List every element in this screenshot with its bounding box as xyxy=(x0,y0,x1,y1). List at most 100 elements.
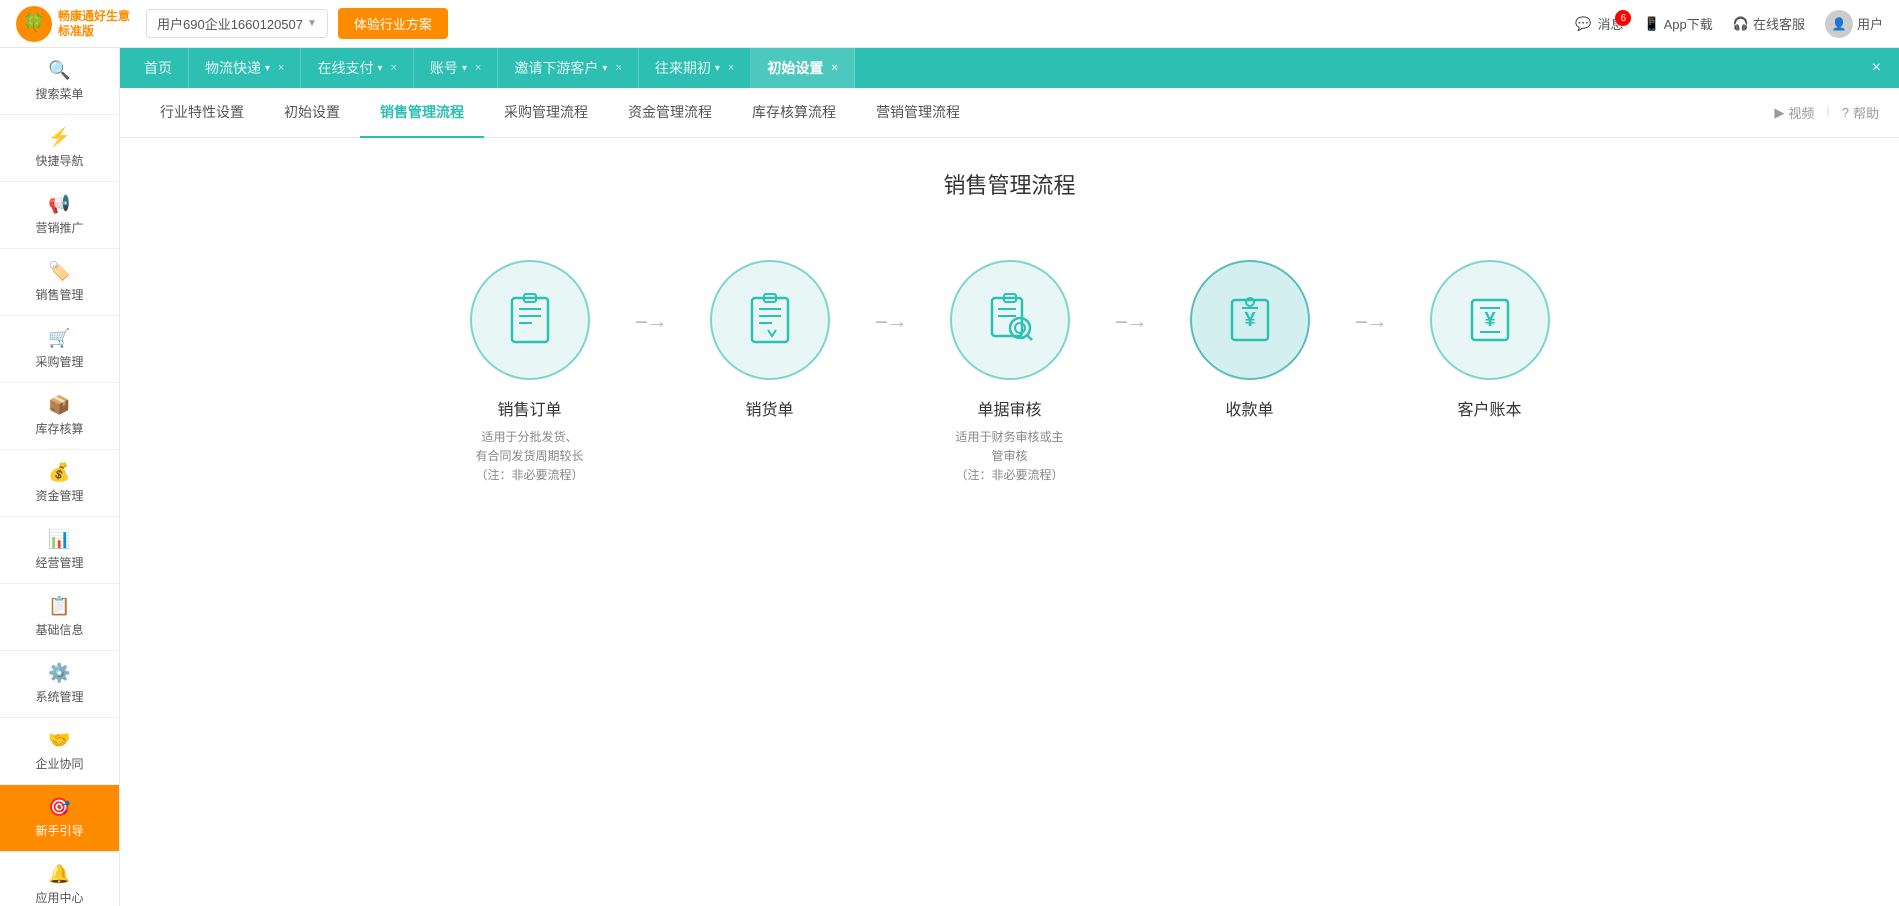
sidebar-item-sales[interactable]: 🏷️ 销售管理 xyxy=(0,249,119,316)
marketing-icon: 📢 xyxy=(48,194,70,215)
logo-icon: 🍀 xyxy=(16,6,52,42)
close-icon[interactable]: × xyxy=(391,62,397,74)
user-avatar-item[interactable]: 👤 用户 xyxy=(1825,10,1883,38)
flow-step-delivery-order: 销货单 xyxy=(680,260,860,428)
tab-logistics[interactable]: 物流快递 ▾ × xyxy=(189,48,301,88)
subtab-industry-settings[interactable]: 行业特性设置 xyxy=(140,88,264,138)
tab-account[interactable]: 账号 ▾ × xyxy=(414,48,498,88)
flow-arrow-1: - - → xyxy=(620,260,680,334)
close-icon[interactable]: × xyxy=(615,62,621,74)
online-service-item[interactable]: 🎧 在线客服 xyxy=(1733,14,1805,33)
subtab-sales-flow[interactable]: 销售管理流程 xyxy=(360,88,484,138)
subtab-purchase-flow[interactable]: 采购管理流程 xyxy=(484,88,608,138)
review-desc: 适用于财务审核或主管审核（注：非必要流程） xyxy=(955,428,1063,486)
subtab-initial-settings[interactable]: 初始设置 xyxy=(264,88,360,138)
page-title: 销售管理流程 xyxy=(160,168,1859,200)
close-icon[interactable]: × xyxy=(475,62,481,74)
sidebar-item-enterprise[interactable]: 🤝 企业协同 xyxy=(0,718,119,785)
close-all-tabs-button[interactable]: × xyxy=(1862,59,1891,77)
chevron-down-icon: ▾ xyxy=(602,63,607,74)
top-bar-left: 🍀 畅康通好生意 标准版 用户690企业1660120507 ▼ 体验行业方案 xyxy=(16,6,448,42)
sidebar-item-guide[interactable]: 🎯 新手引导 xyxy=(0,785,119,852)
sidebar-item-marketing[interactable]: 📢 营销推广 xyxy=(0,182,119,249)
tab-period-label: 往来期初 xyxy=(655,58,711,78)
operations-icon: 📊 xyxy=(48,529,70,550)
video-icon: ▶ xyxy=(1774,105,1784,121)
chevron-down-icon: ▾ xyxy=(265,63,270,74)
sales-order-circle xyxy=(470,260,590,380)
subtab-finance-flow-label: 资金管理流程 xyxy=(628,104,712,120)
tab-logistics-label: 物流快递 xyxy=(205,58,261,78)
message-badge: 6 xyxy=(1615,10,1631,26)
sidebar-item-system[interactable]: ⚙️ 系统管理 xyxy=(0,651,119,718)
svg-text:¥: ¥ xyxy=(1484,309,1496,331)
subtab-inventory-flow-label: 库存核算流程 xyxy=(752,104,836,120)
chevron-down-icon: ▾ xyxy=(377,63,382,74)
sidebar-item-quick-nav[interactable]: ⚡ 快捷导航 xyxy=(0,115,119,182)
tab-home-label: 首页 xyxy=(144,58,172,78)
flow-arrow-4: - - → xyxy=(1340,260,1400,334)
message-item[interactable]: 💬 6 消息 xyxy=(1575,14,1623,33)
flow-arrow-2: - - → xyxy=(860,260,920,334)
user-selector-label: 用户690企业1660120507 xyxy=(157,14,303,33)
subtab-marketing-flow[interactable]: 营销管理流程 xyxy=(856,88,980,138)
system-icon: ⚙️ xyxy=(48,663,70,684)
app-center-icon: 🔔 xyxy=(48,864,70,885)
app-icon: 📱 xyxy=(1643,16,1659,32)
enterprise-icon: 🤝 xyxy=(48,730,70,751)
sidebar-item-sales-label: 销售管理 xyxy=(35,286,83,303)
help-label: 帮助 xyxy=(1853,103,1879,122)
user-selector[interactable]: 用户690企业1660120507 ▼ xyxy=(146,9,328,38)
sidebar-item-app-center[interactable]: 🔔 应用中心 xyxy=(0,852,119,906)
tab-initial-settings-label: 初始设置 xyxy=(767,58,823,78)
subtab-finance-flow[interactable]: 资金管理流程 xyxy=(608,88,732,138)
delivery-order-circle xyxy=(710,260,830,380)
subtab-sales-flow-label: 销售管理流程 xyxy=(380,104,464,120)
sidebar-item-basic-info[interactable]: 📋 基础信息 xyxy=(0,584,119,651)
user-name-label: 用户 xyxy=(1857,14,1883,33)
logo-text: 畅康通好生意 标准版 xyxy=(58,9,130,38)
tab-payment[interactable]: 在线支付 ▾ × xyxy=(301,48,413,88)
close-icon[interactable]: × xyxy=(278,62,284,74)
receipt-circle: ¥ xyxy=(1190,260,1310,380)
tab-initial-settings[interactable]: 初始设置 × xyxy=(751,48,854,88)
sales-icon: 🏷️ xyxy=(48,261,70,282)
purchase-icon: 🛒 xyxy=(48,328,70,349)
subtab-inventory-flow[interactable]: 库存核算流程 xyxy=(732,88,856,138)
main-content: 行业特性设置 初始设置 销售管理流程 采购管理流程 资金管理流程 库存核算流程 … xyxy=(120,88,1899,906)
flow-step-account: ¥ 客户账本 xyxy=(1400,260,1580,428)
sidebar-item-search[interactable]: 🔍 搜索菜单 xyxy=(0,48,119,115)
close-icon[interactable]: × xyxy=(831,62,837,74)
tab-home[interactable]: 首页 xyxy=(128,48,189,88)
tab-period[interactable]: 往来期初 ▾ × xyxy=(639,48,751,88)
sidebar-item-system-label: 系统管理 xyxy=(35,688,83,705)
account-name: 客户账本 xyxy=(1457,396,1521,420)
sidebar-item-guide-label: 新手引导 xyxy=(35,822,83,839)
avatar: 👤 xyxy=(1825,10,1853,38)
close-icon[interactable]: × xyxy=(728,62,734,74)
sidebar-item-purchase[interactable]: 🛒 采购管理 xyxy=(0,316,119,383)
sidebar-item-finance[interactable]: 💰 资金管理 xyxy=(0,450,119,517)
video-label: 视频 xyxy=(1788,103,1814,122)
top-bar-right: 💬 6 消息 📱 App下载 🎧 在线客服 👤 用户 xyxy=(1575,10,1883,38)
app-download-item[interactable]: 📱 App下载 xyxy=(1643,14,1712,33)
sub-tabs: 行业特性设置 初始设置 销售管理流程 采购管理流程 资金管理流程 库存核算流程 … xyxy=(120,88,1899,138)
video-action[interactable]: ▶ 视频 xyxy=(1774,103,1814,122)
try-btn[interactable]: 体验行业方案 xyxy=(338,8,448,39)
lightning-icon: ⚡ xyxy=(48,127,70,148)
review-circle xyxy=(950,260,1070,380)
flow-step-sales-order: 销售订单 适用于分批发货、有合同发货周期较长（注：非必要流程） xyxy=(440,260,620,486)
search-icon: 🔍 xyxy=(48,60,70,81)
sidebar-item-operations[interactable]: 📊 经营管理 xyxy=(0,517,119,584)
help-action[interactable]: ? 帮助 xyxy=(1842,103,1879,122)
page-body: 销售管理流程 销售订单 适用于分批发货、有合同发货周期较长（注：非必要流程） xyxy=(120,138,1899,516)
sidebar-item-finance-label: 资金管理 xyxy=(35,487,83,504)
sidebar-item-app-center-label: 应用中心 xyxy=(35,889,83,906)
logo-area: 🍀 畅康通好生意 标准版 xyxy=(16,6,136,42)
nav-tabs: 首页 物流快递 ▾ × 在线支付 ▾ × 账号 ▾ × 邀请下游客户 ▾ × 往… xyxy=(120,48,1899,88)
sidebar-item-inventory[interactable]: 📦 库存核算 xyxy=(0,383,119,450)
chevron-down-icon: ▾ xyxy=(715,63,720,74)
tab-invite[interactable]: 邀请下游客户 ▾ × xyxy=(498,48,638,88)
app-label: App下载 xyxy=(1664,14,1713,33)
subtab-industry-settings-label: 行业特性设置 xyxy=(160,104,244,120)
